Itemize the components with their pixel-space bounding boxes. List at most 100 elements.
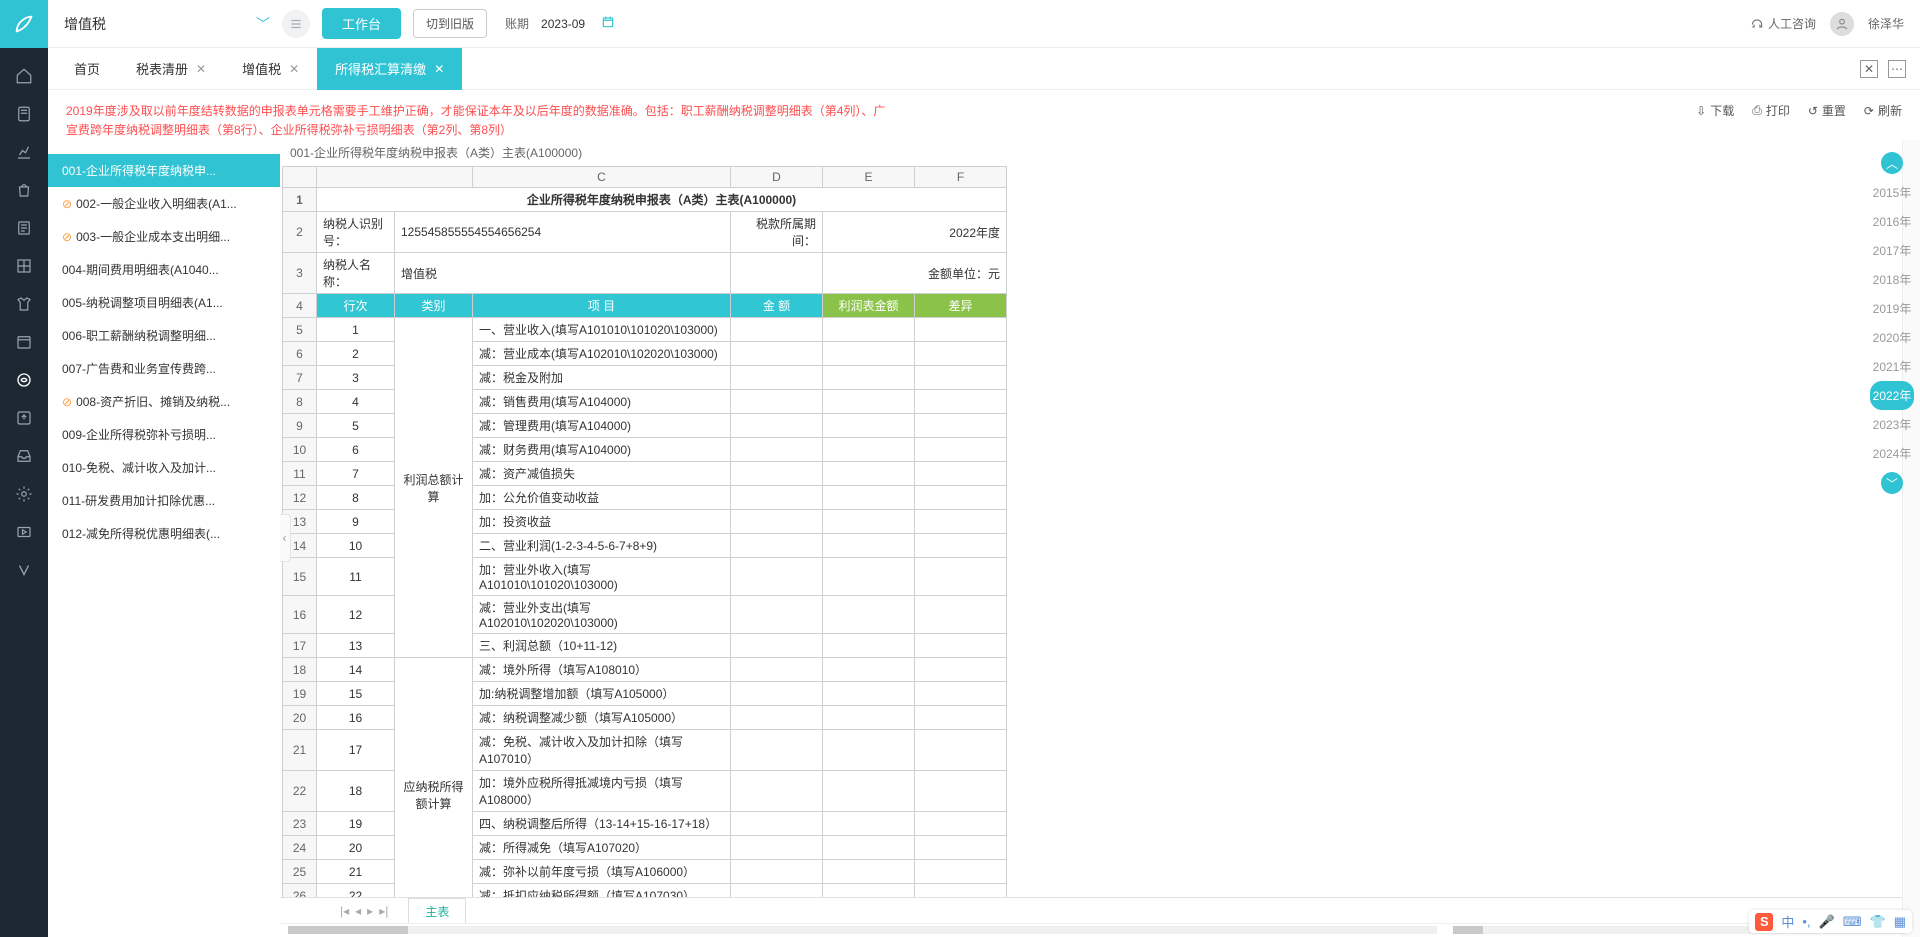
cell[interactable] xyxy=(823,596,915,634)
row-head[interactable]: 16 xyxy=(283,596,317,634)
cell[interactable] xyxy=(731,534,823,558)
cell[interactable] xyxy=(823,390,915,414)
cell[interactable] xyxy=(915,510,1007,534)
cell[interactable] xyxy=(915,771,1007,812)
nav-v-icon[interactable] xyxy=(14,560,34,580)
cell[interactable]: 加：投资收益 xyxy=(473,510,731,534)
tab-home[interactable]: 首页 xyxy=(56,48,118,90)
cell[interactable] xyxy=(731,706,823,730)
cell[interactable] xyxy=(915,438,1007,462)
close-icon[interactable]: ✕ xyxy=(434,62,444,76)
year-pill[interactable]: 2015年 xyxy=(1870,178,1914,207)
cell[interactable] xyxy=(915,390,1007,414)
nav-inbox-icon[interactable] xyxy=(14,446,34,466)
cell[interactable] xyxy=(731,771,823,812)
switch-old-button[interactable]: 切到旧版 xyxy=(413,9,487,38)
cell[interactable] xyxy=(823,318,915,342)
cell[interactable] xyxy=(823,342,915,366)
nav-shirt-icon[interactable] xyxy=(14,294,34,314)
cell[interactable] xyxy=(731,884,823,898)
cell[interactable]: 20 xyxy=(317,836,395,860)
cell[interactable] xyxy=(731,510,823,534)
cell[interactable]: 18 xyxy=(317,771,395,812)
nav-tax-icon[interactable] xyxy=(14,370,34,390)
scrollbar-thumb[interactable] xyxy=(1453,926,1483,934)
cell[interactable]: 二、营业利润(1-2-3-4-5-6-7+8+9) xyxy=(473,534,731,558)
cell[interactable] xyxy=(823,366,915,390)
cell[interactable]: 5 xyxy=(317,414,395,438)
tab-income-tax[interactable]: 所得税汇算清缴✕ xyxy=(317,48,462,90)
cell[interactable] xyxy=(823,658,915,682)
tree-item[interactable]: 005-纳税调整项目明细表(A1... xyxy=(48,286,280,319)
nav-chart-icon[interactable] xyxy=(14,142,34,162)
cell[interactable]: 减：弥补以前年度亏损（填写A106000） xyxy=(473,860,731,884)
tree-item[interactable]: ⊘008-资产折旧、摊销及纳税... xyxy=(48,385,280,418)
cell[interactable] xyxy=(823,534,915,558)
cell[interactable]: 金 额 xyxy=(731,294,823,318)
cell[interactable]: 减：营业成本(填写A102010\102020\103000) xyxy=(473,342,731,366)
col-head-d[interactable]: D xyxy=(731,167,823,188)
cell[interactable]: 17 xyxy=(317,730,395,771)
spreadsheet[interactable]: C D E F 1企业所得税年度纳税申报表（A类）主表(A100000)2纳税人… xyxy=(282,166,1007,897)
cell[interactable] xyxy=(731,860,823,884)
menu-icon-button[interactable] xyxy=(282,10,310,38)
row-head[interactable]: 6 xyxy=(283,342,317,366)
cell[interactable] xyxy=(915,634,1007,658)
row-head[interactable]: 7 xyxy=(283,366,317,390)
scrollbar-thumb[interactable] xyxy=(288,926,408,934)
row-head[interactable]: 9 xyxy=(283,414,317,438)
cell[interactable] xyxy=(731,486,823,510)
nav-grid-icon[interactable] xyxy=(14,256,34,276)
cell[interactable] xyxy=(915,730,1007,771)
cell[interactable] xyxy=(915,318,1007,342)
cell[interactable]: 2 xyxy=(317,342,395,366)
download-button[interactable]: ⇩下载 xyxy=(1696,102,1734,119)
cell[interactable] xyxy=(823,414,915,438)
cell[interactable]: 利润总额计算 xyxy=(395,318,473,658)
cell[interactable]: 减：财务费用(填写A104000) xyxy=(473,438,731,462)
collapse-tree-handle[interactable]: ‹ xyxy=(280,514,291,562)
cell[interactable] xyxy=(731,318,823,342)
workbench-button[interactable]: 工作台 xyxy=(322,8,401,39)
cell[interactable]: 8 xyxy=(317,486,395,510)
row-head[interactable]: 26 xyxy=(283,884,317,898)
row-head[interactable]: 17 xyxy=(283,634,317,658)
cell[interactable]: 差异 xyxy=(915,294,1007,318)
cell[interactable]: 14 xyxy=(317,658,395,682)
cell[interactable]: 金额单位：元 xyxy=(823,253,1007,294)
year-pill[interactable]: 2018年 xyxy=(1870,265,1914,294)
refresh-button[interactable]: ⟳刷新 xyxy=(1864,102,1902,119)
cell[interactable] xyxy=(731,634,823,658)
cell[interactable] xyxy=(823,706,915,730)
year-pill[interactable]: 2021年 xyxy=(1870,352,1914,381)
cell[interactable]: 2022年度 xyxy=(823,212,1007,253)
tab-taxlist[interactable]: 税表清册✕ xyxy=(118,48,224,90)
cell[interactable] xyxy=(731,438,823,462)
row-head[interactable]: 2 xyxy=(283,212,317,253)
row-head[interactable]: 11 xyxy=(283,462,317,486)
cell[interactable]: 减：抵扣应纳税所得额（填写A107030） xyxy=(473,884,731,898)
cell[interactable] xyxy=(731,390,823,414)
cell[interactable]: 9 xyxy=(317,510,395,534)
year-down-icon[interactable]: ﹀ xyxy=(1881,472,1903,494)
cell[interactable]: 3 xyxy=(317,366,395,390)
cell[interactable] xyxy=(823,634,915,658)
cell[interactable] xyxy=(915,682,1007,706)
row-head[interactable]: 5 xyxy=(283,318,317,342)
cell[interactable] xyxy=(823,812,915,836)
cell[interactable]: 加:纳税调整增加额（填写A105000） xyxy=(473,682,731,706)
tree-item[interactable]: 009-企业所得税弥补亏损明... xyxy=(48,418,280,451)
tree-item[interactable]: 010-免税、减计收入及加计... xyxy=(48,451,280,484)
cell[interactable]: 加：营业外收入(填写A101010\101020\103000) xyxy=(473,558,731,596)
avatar[interactable] xyxy=(1830,12,1854,36)
reset-button[interactable]: ↺重置 xyxy=(1808,102,1846,119)
sheet-next-icon[interactable]: ▸ xyxy=(367,904,373,918)
tree-item[interactable]: 004-期间费用明细表(A1040... xyxy=(48,253,280,286)
hscroll[interactable] xyxy=(280,923,1920,937)
print-button[interactable]: ⎙打印 xyxy=(1752,102,1790,119)
tree-item[interactable]: 007-广告费和业务宣传费跨... xyxy=(48,352,280,385)
cell[interactable] xyxy=(915,534,1007,558)
cell[interactable]: 项 目 xyxy=(473,294,731,318)
cell[interactable]: 减：境外所得（填写A108010） xyxy=(473,658,731,682)
row-head[interactable]: 21 xyxy=(283,730,317,771)
